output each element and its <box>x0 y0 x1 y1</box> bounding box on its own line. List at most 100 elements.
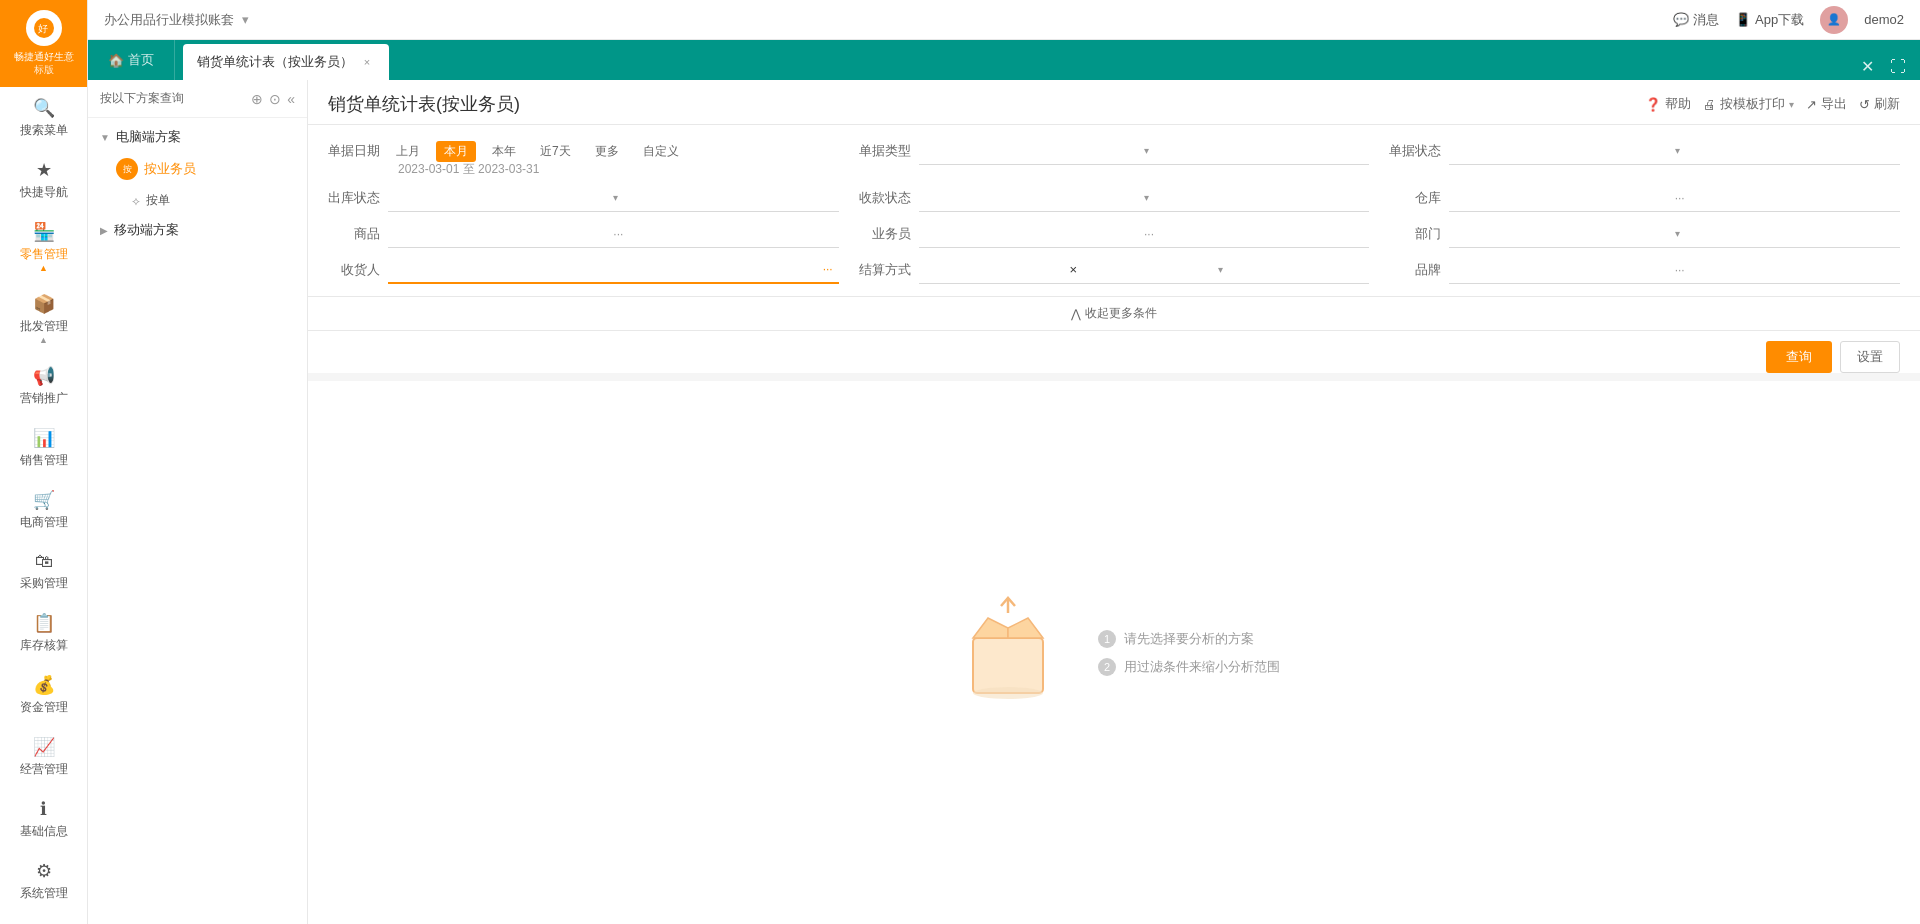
brand-select[interactable]: ··· <box>1449 256 1900 284</box>
user-avatar[interactable]: 👤 <box>1820 6 1848 34</box>
salesperson-select[interactable]: ··· <box>919 220 1370 248</box>
date-tag-last-month[interactable]: 上月 <box>388 141 428 162</box>
hint-num-1: 1 <box>1098 630 1116 648</box>
tree-grandchild-order[interactable]: ⟡ 按单 <box>88 186 307 215</box>
salesperson-dots[interactable]: ··· <box>1144 227 1363 241</box>
doc-type-select[interactable]: ▾ <box>919 137 1370 165</box>
user-name[interactable]: demo2 <box>1864 12 1904 27</box>
app-download-btn[interactable]: 📱 App下载 <box>1735 11 1804 29</box>
salesperson-filter-item: 业务员 ··· <box>859 220 1370 248</box>
finance-icon: 💰 <box>33 674 55 696</box>
sidebar-item-wholesale[interactable]: 📦 批发管理 ▲ <box>0 283 88 355</box>
sidebar-item-quicknav[interactable]: ★ 快捷导航 <box>0 149 88 211</box>
left-panel-header: 按以下方案查询 ⊕ ⊙ « <box>88 80 307 118</box>
right-panel: 销货单统计表(按业务员) ❓ 帮助 🖨 按模板打印 ↗ 导出 <box>308 80 1920 924</box>
sidebar-item-marketing[interactable]: 📢 营销推广 <box>0 355 88 417</box>
date-range-text: 2023-03-01 至 2023-03-31 <box>398 162 539 176</box>
date-tag-7days[interactable]: 近7天 <box>532 141 579 162</box>
doc-status-arrow[interactable]: ▾ <box>1675 145 1894 156</box>
hint-text-2: 用过滤条件来缩小分析范围 <box>1124 658 1280 676</box>
department-arrow[interactable]: ▾ <box>1675 228 1894 239</box>
message-btn[interactable]: 💬 消息 <box>1673 11 1719 29</box>
app-logo[interactable]: 好 畅捷通好生意 标版 <box>0 0 88 87</box>
date-tag-custom[interactable]: 自定义 <box>635 141 687 162</box>
print-btn[interactable]: 🖨 按模板打印 <box>1703 95 1794 113</box>
sidebar-item-purchase[interactable]: 🛍 采购管理 <box>0 541 88 602</box>
receipt-status-select[interactable]: ▾ <box>919 184 1370 212</box>
maximize-window-icon[interactable]: ⛶ <box>1886 54 1910 80</box>
help-btn[interactable]: ❓ 帮助 <box>1645 95 1691 113</box>
refresh-btn[interactable]: ↺ 刷新 <box>1859 95 1900 113</box>
sidebar-item-basic[interactable]: ℹ 基础信息 <box>0 788 88 850</box>
sidebar-item-sales[interactable]: 📊 销售管理 <box>0 417 88 479</box>
app-subtitle: 标版 <box>34 63 54 77</box>
breadcrumb-arrow[interactable]: ▾ <box>242 12 249 27</box>
consignee-dots[interactable]: ··· <box>823 262 833 276</box>
consignee-input[interactable]: ··· <box>388 256 839 284</box>
add-scheme-btn[interactable]: ⊕ <box>251 91 263 107</box>
export-label: 导出 <box>1821 95 1847 113</box>
sidebar-item-enterprise[interactable]: 👥 企业协同 <box>0 912 88 924</box>
out-status-arrow[interactable]: ▾ <box>613 192 832 203</box>
sidebar-item-retail[interactable]: 🏪 零售管理 ▲ <box>0 211 88 283</box>
settlement-select[interactable]: × ▾ <box>919 256 1370 284</box>
sidebar-item-operations[interactable]: 📈 经营管理 <box>0 726 88 788</box>
sidebar-item-system[interactable]: ⚙ 系统管理 <box>0 850 88 912</box>
tab-close-btn[interactable]: × <box>359 54 375 70</box>
brand-dots[interactable]: ··· <box>1675 263 1894 277</box>
info-icon: ℹ <box>40 798 47 820</box>
doc-status-select[interactable]: ▾ <box>1449 137 1900 165</box>
hint-num-2: 2 <box>1098 658 1116 676</box>
consignee-filter-item: 收货人 ··· <box>328 256 839 284</box>
collapse-bar: ⋀ 收起更多条件 <box>308 297 1920 331</box>
sidebar-item-label: 营销推广 <box>20 390 68 407</box>
sidebar-item-search[interactable]: 🔍 搜索菜单 <box>0 87 88 149</box>
export-btn[interactable]: ↗ 导出 <box>1806 95 1847 113</box>
tree-section: ▼ 电脑端方案 按 按业务员 ⟡ 按单 ▶ 移动端方案 <box>88 118 307 249</box>
settings-button[interactable]: 设置 <box>1840 341 1900 373</box>
settings-scheme-btn[interactable]: ⊙ <box>269 91 281 107</box>
child-icon-text: 按 <box>123 163 132 176</box>
date-filter-area: 上月 本月 本年 近7天 更多 自定义 <box>388 141 819 162</box>
tree-parent-label-mobile: 移动端方案 <box>114 221 179 239</box>
date-tag-this-month[interactable]: 本月 <box>436 141 476 162</box>
tree-arrow-down: ▼ <box>100 132 110 143</box>
warehouse-label: 仓库 <box>1389 189 1449 207</box>
tree-parent-mobile[interactable]: ▶ 移动端方案 <box>88 215 307 245</box>
help-label: 帮助 <box>1665 95 1691 113</box>
logo-icon: 好 <box>26 10 62 46</box>
tab-home[interactable]: 🏠 首页 <box>88 40 175 80</box>
collapse-btn[interactable]: ⋀ 收起更多条件 <box>1071 305 1157 322</box>
empty-state: 1 请先选择要分析的方案 2 用过滤条件来缩小分析范围 <box>308 381 1920 924</box>
tabbar: 🏠 首页 销货单统计表（按业务员） × ✕ ⛶ <box>88 40 1920 80</box>
settlement-clear-btn[interactable]: × <box>1070 262 1215 277</box>
message-label: 消息 <box>1693 11 1719 29</box>
settlement-filter-item: 结算方式 × ▾ <box>859 256 1370 284</box>
warehouse-select[interactable]: ··· <box>1449 184 1900 212</box>
receipt-status-arrow[interactable]: ▾ <box>1144 192 1363 203</box>
sidebar-item-inventory[interactable]: 📋 库存核算 <box>0 602 88 664</box>
settlement-arrow[interactable]: ▾ <box>1218 264 1363 275</box>
receipt-status-label: 收款状态 <box>859 189 919 207</box>
doc-status-filter-item: 单据状态 ▾ <box>1389 137 1900 165</box>
query-button[interactable]: 查询 <box>1766 341 1832 373</box>
product-dots[interactable]: ··· <box>613 227 832 241</box>
search-icon: 🔍 <box>33 97 55 119</box>
doc-type-arrow[interactable]: ▾ <box>1144 145 1363 156</box>
sidebar-item-finance[interactable]: 💰 资金管理 <box>0 664 88 726</box>
collapse-panel-btn[interactable]: « <box>287 91 295 107</box>
tree-parent-desktop[interactable]: ▼ 电脑端方案 <box>88 122 307 152</box>
tree-grandchild-label: 按单 <box>146 192 170 209</box>
date-tag-this-year[interactable]: 本年 <box>484 141 524 162</box>
warehouse-dots[interactable]: ··· <box>1675 191 1894 205</box>
tree-child-salesperson[interactable]: 按 按业务员 <box>88 152 307 186</box>
out-status-select[interactable]: ▾ <box>388 184 839 212</box>
product-select[interactable]: ··· <box>388 220 839 248</box>
department-select[interactable]: ▾ <box>1449 220 1900 248</box>
date-tag-more[interactable]: 更多 <box>587 141 627 162</box>
tab-home-label: 首页 <box>128 51 154 69</box>
tab-sales-stats[interactable]: 销货单统计表（按业务员） × <box>183 44 389 80</box>
close-window-icon[interactable]: ✕ <box>1857 53 1878 80</box>
sidebar-item-ecommerce[interactable]: 🛒 电商管理 <box>0 479 88 541</box>
filter-row-2: 出库状态 ▾ 收款状态 ▾ 仓库 <box>328 184 1900 212</box>
